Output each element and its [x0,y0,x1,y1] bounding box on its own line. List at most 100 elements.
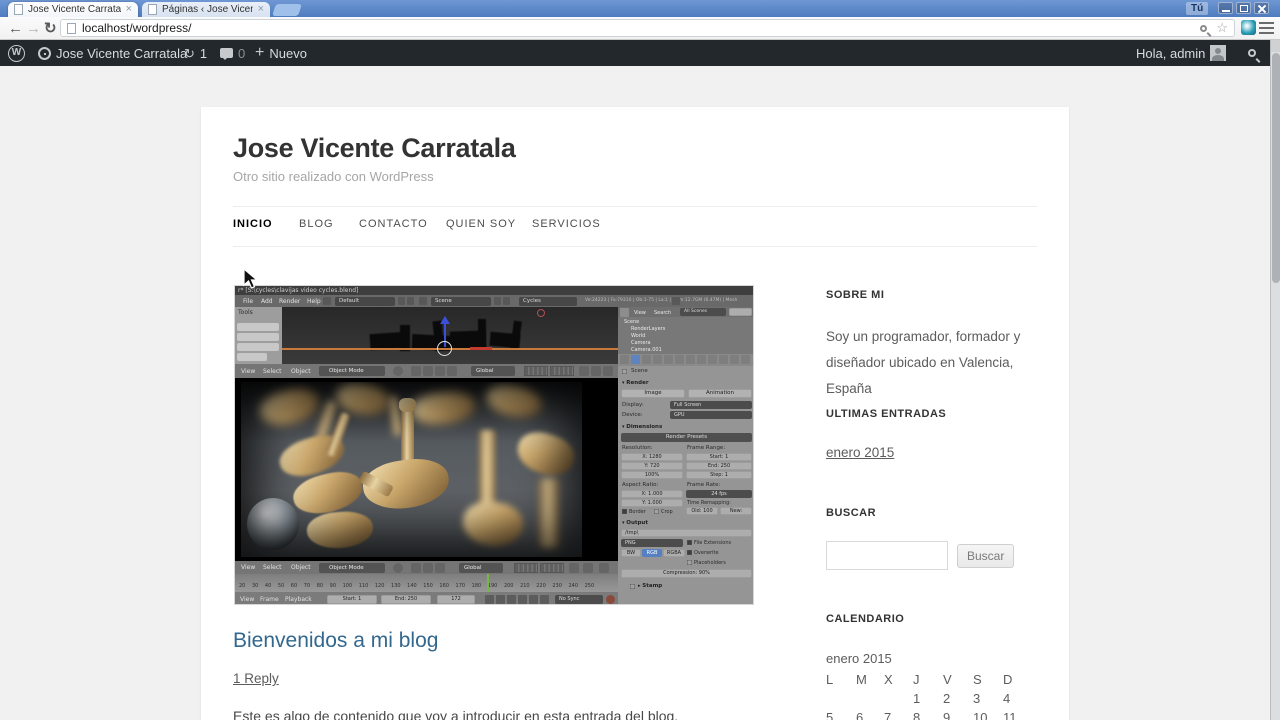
avatar [1210,45,1227,61]
browser-titlebar: Jose Vicente Carratala | Otr × Páginas ‹… [0,0,1280,17]
scene-icon [419,297,427,305]
current-frame-marker [487,574,489,592]
blender-viewport-header: View Select Object Object Mode Global [235,364,618,378]
profile-badge[interactable]: Tú [1186,2,1209,15]
cursor-3d [437,341,452,356]
site-title[interactable]: Jose Vicente Carratala [233,133,516,164]
new-tab-button[interactable] [272,4,302,16]
sidebar-search-heading: BUSCAR [826,507,877,519]
admin-bar-search[interactable] [1248,40,1256,66]
browser-toolbar: ← → ↻ localhost/wordpress/ ☆ [0,17,1280,40]
browser-tab-2[interactable]: Páginas ‹ Jose Vicente Carra × [142,2,270,17]
search-icon [1248,49,1256,57]
nav-quien-soy[interactable]: QUIEN SOY [446,218,516,230]
zoom-icon[interactable] [1200,24,1208,32]
admin-bar-comments[interactable]: 0 [220,40,245,66]
close-button[interactable] [1254,2,1269,14]
reply-link[interactable]: 1 Reply [233,671,279,686]
tab-title: Jose Vicente Carratala | Otr [28,4,121,15]
border-checkbox [622,509,627,514]
crop-checkbox [654,509,659,514]
search-submit-button[interactable]: Buscar [957,544,1015,568]
layers-grid [524,366,548,376]
dashboard-icon [38,46,51,60]
bookmark-star-icon[interactable]: ☆ [1216,21,1228,35]
scrollbar-thumb[interactable] [1272,53,1280,283]
minimize-button[interactable] [1218,2,1233,14]
updates-icon: ↻ [184,45,195,61]
placeholders-checkbox [687,560,692,565]
restore-button[interactable] [1236,2,1251,14]
forward-button[interactable]: → [26,18,41,39]
properties-tabs [618,354,753,366]
minimize-icon [1222,10,1230,12]
blender-menu-bar: File Add Render Help Default Scene Cycle… [235,295,753,307]
stamp-checkbox [630,584,635,589]
recent-post-link[interactable]: enero 2015 [826,445,894,460]
sidebar-recent-heading: ULTIMAS ENTRADAS [826,408,947,420]
divider [233,206,1037,207]
nav-contacto[interactable]: CONTACTO [359,218,428,230]
record-icon [606,594,615,604]
site-tagline: Otro sitio realizado con WordPress [233,169,434,184]
nav-blog[interactable]: BLOG [299,218,334,230]
nav-inicio[interactable]: INICIO [233,218,273,230]
blender-timeline-header: View Frame Playback Start: 1 End: 250 17… [235,592,618,604]
restore-icon [1240,5,1248,12]
comments-icon [220,48,233,60]
nav-servicios[interactable]: SERVICIOS [532,218,601,230]
address-bar[interactable]: localhost/wordpress/ ☆ [60,19,1235,37]
blog-post-image-blender-screenshot: r* [S:\cycles\clavijas video cycles.blen… [234,285,754,605]
blender-viewport-header-2: View Select Object Object Mode Global [235,561,618,574]
scroll-up-arrow[interactable] [1271,40,1280,52]
url-host: localhost [82,21,130,35]
outliner-tree: Scene RenderLayers World Camera Camera.0… [618,317,753,354]
blender-right-panel: View Search All Scenes Scene RenderLayer… [618,307,753,604]
jump-end-icon [540,594,549,604]
play-icon [518,594,527,604]
site-content-card: Jose Vicente Carratala Otro sitio realiz… [201,107,1069,720]
back-button[interactable]: ← [8,18,23,39]
admin-bar-account[interactable]: Hola, admin [1136,40,1227,66]
wp-logo[interactable]: W [8,40,25,66]
blender-title-bar: r* [S:\cycles\clavijas video cycles.blen… [235,286,753,295]
extension-icon[interactable] [1241,20,1256,35]
tab-close-icon[interactable]: × [258,4,264,15]
calendar-caption: enero 2015 [826,651,892,666]
outliner-header: View Search All Scenes [618,307,753,317]
plus-icon: + [255,44,265,61]
reload-button[interactable]: ↻ [44,18,57,39]
admin-bar-new[interactable]: + Nuevo [255,40,307,66]
layout-icon [323,297,331,305]
prev-keyframe-icon [496,594,505,604]
tab-title: Páginas ‹ Jose Vicente Carra [162,4,253,15]
page-icon [67,22,76,34]
post-excerpt: Este es algo de contenido que voy a intr… [233,708,679,720]
divider [233,246,1037,247]
browser-menu-icon[interactable] [1259,22,1274,24]
rendered-tuning-pegs-photo [241,382,582,557]
next-keyframe-icon [529,594,538,604]
browser-tab-1[interactable]: Jose Vicente Carratala | Otr × [8,2,138,17]
blender-tool-shelf: Tools [235,307,282,364]
sidebar-calendar-heading: CALENDARIO [826,613,905,625]
overwrite-checkbox [687,550,692,555]
tab-close-icon[interactable]: × [126,4,132,15]
url-path: /wordpress/ [129,21,192,35]
page-favicon [14,4,23,15]
blender-top-viewport [282,307,618,364]
mouse-cursor [243,268,259,289]
sidebar-about-text: Soy un programador, formador y diseñador… [826,329,1021,396]
search-input[interactable] [826,541,948,570]
admin-bar-site-name[interactable]: Jose Vicente Carratala [38,40,187,66]
wp-admin-bar: W Jose Vicente Carratala ↻ 1 0 + Nuevo H… [0,40,1270,66]
post-title-link[interactable]: Bienvenidos a mi blog [233,629,438,653]
pin-icon [622,369,627,374]
play-reverse-icon [507,594,516,604]
file-extensions-checkbox [687,540,692,545]
blender-timeline-ruler: 20 30 40 50 60 70 80 90 100 110 120 130 … [235,574,618,592]
admin-bar-updates[interactable]: ↻ 1 [184,40,207,66]
page-favicon [148,4,157,15]
page-scrollbar[interactable] [1270,40,1280,720]
render-tab-icon [631,355,640,364]
